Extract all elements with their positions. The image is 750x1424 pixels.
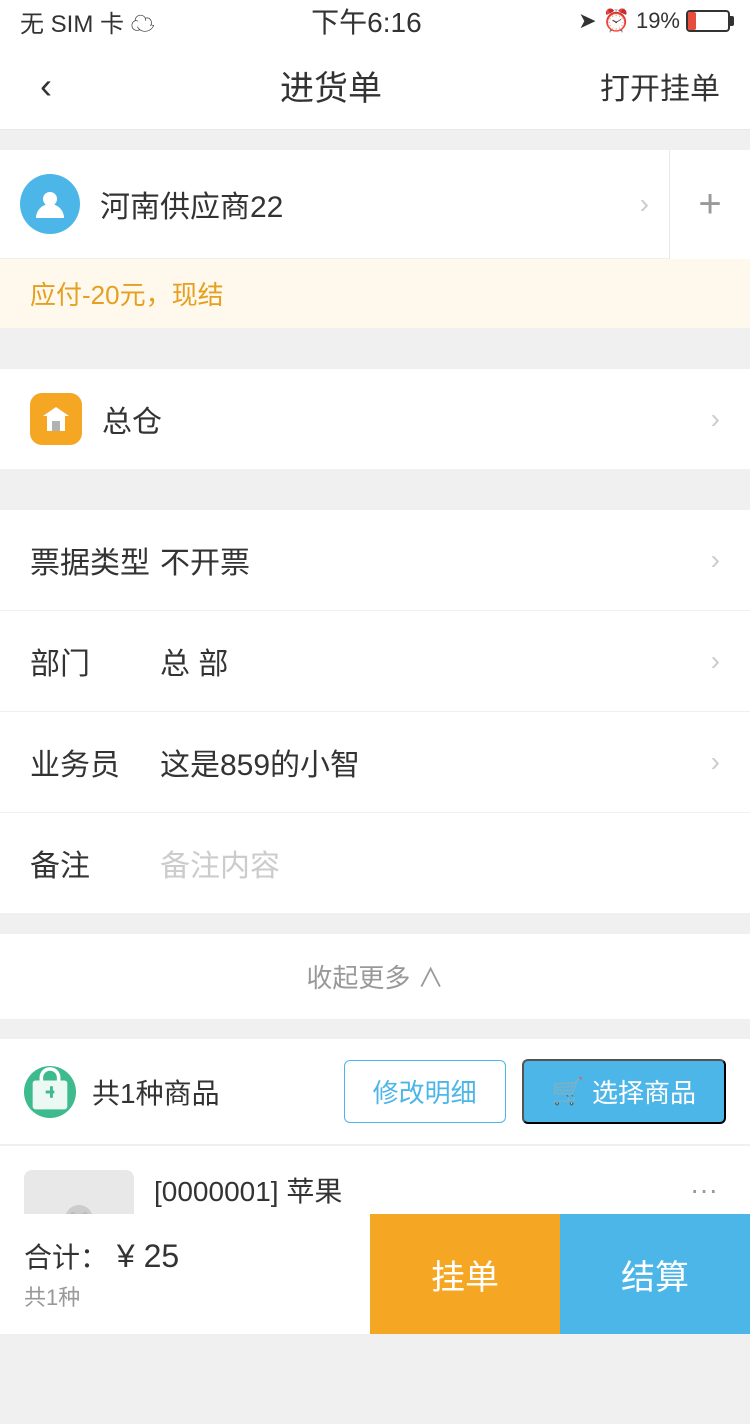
form-section: 票据类型 不开票 › 部门 总 部 › 业务员 这是859的小智 › 备注 备注… <box>0 490 750 914</box>
product-name: [0000001] 苹果 <box>154 1170 682 1210</box>
chevron-right-icon-invoice: › <box>711 544 720 576</box>
add-supplier-button[interactable]: + <box>670 150 750 259</box>
chevron-right-icon-warehouse: › <box>711 403 720 435</box>
products-icon <box>24 1066 76 1118</box>
battery-text: 19% <box>636 8 680 34</box>
section-gap-3 <box>0 490 750 510</box>
modify-details-button[interactable]: 修改明细 <box>344 1060 506 1123</box>
section-gap-1 <box>0 130 750 150</box>
hang-order-button[interactable]: 挂单 <box>370 1214 560 1334</box>
nav-bar: ‹ 进货单 打开挂单 <box>0 42 750 130</box>
status-left: 无 SIM 卡 ☁ <box>20 4 155 39</box>
notice-bar: 应付-20元，现结 <box>0 259 750 329</box>
page-title: 进货单 <box>280 61 382 110</box>
invoice-type-row[interactable]: 票据类型 不开票 › <box>0 510 750 611</box>
salesperson-row[interactable]: 业务员 这是859的小智 › <box>0 712 750 813</box>
bottom-bar: 合计： ¥ 25 共1种 挂单 结算 <box>0 1214 750 1334</box>
department-row[interactable]: 部门 总 部 › <box>0 611 750 712</box>
remark-value: 备注内容 <box>160 841 720 885</box>
salesperson-value: 这是859的小智 <box>160 740 701 784</box>
products-count: 共1种商品 <box>92 1072 344 1112</box>
department-value: 总 部 <box>160 639 701 683</box>
collapse-bar[interactable]: 收起更多 ∧ <box>0 934 750 1019</box>
invoice-type-label: 票据类型 <box>30 538 160 582</box>
battery-icon <box>686 10 730 32</box>
total-count: 共1种 <box>24 1280 346 1312</box>
supplier-name: 河南供应商22 <box>100 182 630 226</box>
salesperson-label: 业务员 <box>30 740 160 784</box>
remark-label: 备注 <box>30 841 160 885</box>
product-more-button[interactable]: ··· <box>682 1170 726 1210</box>
total-section: 合计： ¥ 25 共1种 <box>0 1214 370 1334</box>
select-product-label: 选择商品 <box>592 1073 696 1110</box>
supplier-section: 河南供应商22 › + <box>0 150 750 259</box>
alarm-icon: ⏰ <box>603 8 630 34</box>
open-hang-button[interactable]: 打开挂单 <box>600 64 720 108</box>
chevron-right-icon: › <box>640 188 649 220</box>
status-right: ➤ ⏰ 19% <box>578 8 730 34</box>
status-bar: 无 SIM 卡 ☁ 下午6:16 ➤ ⏰ 19% <box>0 0 750 42</box>
checkout-button[interactable]: 结算 <box>560 1214 750 1334</box>
warehouse-name: 总仓 <box>102 397 701 441</box>
warehouse-icon <box>30 393 82 445</box>
supplier-select-row[interactable]: 河南供应商22 › <box>0 150 669 259</box>
total-label: 合计： <box>24 1242 108 1273</box>
sim-status: 无 SIM 卡 ☁ <box>20 4 155 39</box>
invoice-type-value: 不开票 <box>160 538 701 582</box>
warehouse-section: 总仓 › <box>0 349 750 470</box>
section-gap-2 <box>0 349 750 369</box>
supplier-avatar <box>20 174 80 234</box>
chevron-right-icon-dept: › <box>711 645 720 677</box>
products-header: 共1种商品 修改明细 🛒 选择商品 <box>0 1039 750 1144</box>
status-time: 下午6:16 <box>311 1 422 41</box>
location-icon: ➤ <box>578 8 596 34</box>
chevron-right-icon-sales: › <box>711 746 720 778</box>
select-product-button[interactable]: 🛒 选择商品 <box>522 1059 726 1124</box>
total-amount: 合计： ¥ 25 <box>24 1236 346 1276</box>
cart-icon: 🛒 <box>552 1076 584 1107</box>
back-button[interactable]: ‹ <box>30 55 62 117</box>
total-value: ¥ 25 <box>117 1238 179 1274</box>
department-label: 部门 <box>30 639 160 683</box>
warehouse-row[interactable]: 总仓 › <box>0 369 750 470</box>
remark-row[interactable]: 备注 备注内容 <box>0 813 750 914</box>
battery-fill <box>688 12 696 30</box>
